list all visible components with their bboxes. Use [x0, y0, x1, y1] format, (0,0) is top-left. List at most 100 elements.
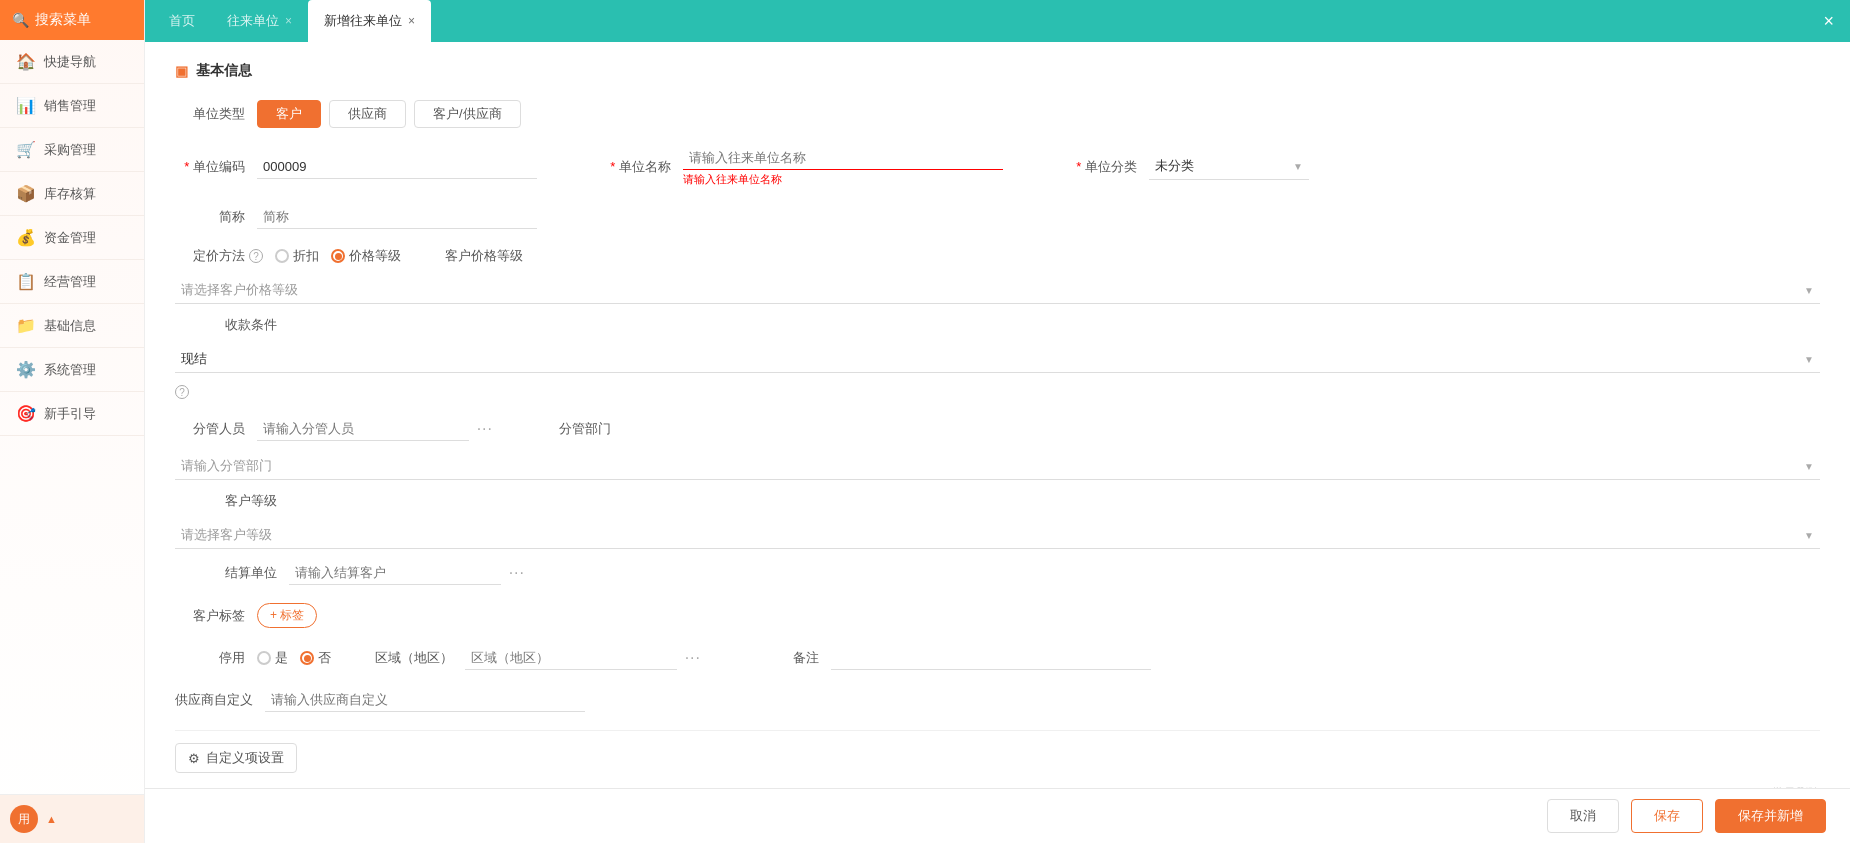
operations-icon: 📋 [16, 272, 36, 291]
unit-code-input[interactable] [257, 155, 537, 179]
sidebar-item-inventory[interactable]: 📦 库存核算 [0, 172, 144, 216]
sidebar-item-label: 采购管理 [44, 141, 96, 159]
pricing-label-group: 定价方法 ? [175, 247, 263, 265]
sidebar-footer: 用 ▲ [0, 794, 144, 843]
unit-category-select[interactable]: 未分类 ▼ [1149, 153, 1309, 180]
radio-price-level-circle [331, 249, 345, 263]
home-icon: 🏠 [16, 52, 36, 71]
custom-settings-button[interactable]: ⚙ 自定义项设置 [175, 743, 297, 773]
supplier-custom-field [265, 688, 585, 712]
region-field: ··· [465, 646, 705, 670]
disable-label: 停用 [175, 649, 245, 667]
sidebar-item-operations[interactable]: 📋 经营管理 [0, 260, 144, 304]
sidebar-item-label: 新手引导 [44, 405, 96, 423]
chevron-down-icon: ▼ [1804, 530, 1814, 541]
remark-field [831, 646, 1151, 670]
radio-no-label: 否 [318, 649, 331, 667]
section-icon: ▣ [175, 63, 188, 79]
unit-name-field: 请输入往来单位名称 [683, 146, 1003, 187]
region-more-icon[interactable]: ··· [681, 649, 705, 667]
tab-new-contact-close[interactable]: × [408, 14, 415, 28]
form-content: ▣ 基本信息 单位类型 客户 供应商 客户/供应商 单位编码 单位名称 请输入往… [145, 42, 1850, 788]
customer-price-placeholder: 请选择客户价格等级 [181, 281, 298, 299]
search-icon: 🔍 [12, 12, 29, 28]
unit-code-row: 单位编码 单位名称 请输入往来单位名称 单位分类 未分类 ▼ [175, 146, 1820, 187]
settlement-field: ··· [289, 561, 529, 585]
radio-discount[interactable]: 折扣 [275, 247, 319, 265]
help-payment-icon[interactable]: ? [175, 385, 189, 399]
tab-bar: 首页 往来单位 × 新增往来单位 × × [145, 0, 1850, 42]
basic-icon: 📁 [16, 316, 36, 335]
customer-price-label: 客户价格等级 [445, 247, 523, 265]
tab-new-contact[interactable]: 新增往来单位 × [308, 0, 431, 42]
add-tag-button[interactable]: + 标签 [257, 603, 317, 628]
customer-price-select[interactable]: 请选择客户价格等级 ▼ [175, 277, 1820, 304]
customer-level-select[interactable]: 请选择客户等级 ▼ [175, 522, 1820, 549]
abbr-row: 简称 [175, 205, 1820, 229]
inventory-icon: 📦 [16, 184, 36, 203]
tab-home[interactable]: 首页 [153, 0, 211, 42]
divider [175, 730, 1820, 731]
sidebar-item-quick-nav[interactable]: 🏠 快捷导航 [0, 40, 144, 84]
pricing-radio-group: 折扣 价格等级 [275, 247, 401, 265]
settlement-more-icon[interactable]: ··· [505, 564, 529, 582]
sidebar-item-purchase[interactable]: 🛒 采购管理 [0, 128, 144, 172]
customer-tag-label: 客户标签 [175, 607, 245, 625]
unit-name-label: 单位名称 [601, 158, 671, 176]
finance-icon: 💰 [16, 228, 36, 247]
payment-terms-select[interactable]: 现结 ▼ [175, 346, 1820, 373]
sidebar-item-basic[interactable]: 📁 基础信息 [0, 304, 144, 348]
section-title: 基本信息 [196, 62, 252, 80]
guide-icon: 🎯 [16, 404, 36, 423]
type-btn-customer[interactable]: 客户 [257, 100, 321, 128]
sidebar-item-label: 快捷导航 [44, 53, 96, 71]
sidebar-item-finance[interactable]: 💰 资金管理 [0, 216, 144, 260]
abbr-input[interactable] [257, 205, 537, 229]
tab-new-contact-label: 新增往来单位 [324, 12, 402, 30]
radio-no[interactable]: 否 [300, 649, 331, 667]
manager-more-icon[interactable]: ··· [473, 420, 497, 438]
cancel-button[interactable]: 取消 [1547, 799, 1619, 833]
main-area: 首页 往来单位 × 新增往来单位 × × ▣ 基本信息 单位类型 客户 供应商 … [145, 0, 1850, 843]
region-input[interactable] [465, 646, 677, 670]
remark-input[interactable] [831, 646, 1151, 670]
sidebar-item-system[interactable]: ⚙️ 系统管理 [0, 348, 144, 392]
unit-name-input[interactable] [683, 146, 1003, 170]
abbr-field [257, 205, 537, 229]
radio-no-circle [300, 651, 314, 665]
radio-yes[interactable]: 是 [257, 649, 288, 667]
sidebar-search-label: 搜索菜单 [35, 11, 91, 29]
save-button[interactable]: 保存 [1631, 799, 1703, 833]
dept-select[interactable]: 请输入分管部门 ▼ [175, 453, 1820, 480]
settlement-input[interactable] [289, 561, 501, 585]
tab-contacts-close[interactable]: × [285, 14, 292, 28]
type-btn-supplier[interactable]: 供应商 [329, 100, 406, 128]
save-new-button[interactable]: 保存并新增 [1715, 799, 1826, 833]
sidebar-item-guide[interactable]: 🎯 新手引导 [0, 392, 144, 436]
dept-placeholder: 请输入分管部门 [181, 457, 272, 475]
tab-contacts[interactable]: 往来单位 × [211, 0, 308, 42]
customer-tag-row: 客户标签 + 标签 [175, 603, 1820, 628]
add-tag-label: + 标签 [270, 607, 304, 624]
chevron-down-icon: ▼ [1804, 461, 1814, 472]
sidebar: 🔍 搜索菜单 🏠 快捷导航 📊 销售管理 🛒 采购管理 📦 库存核算 💰 资金管… [0, 0, 145, 843]
unit-name-error: 请输入往来单位名称 [683, 172, 1003, 187]
sidebar-item-sales[interactable]: 📊 销售管理 [0, 84, 144, 128]
custom-settings-label: 自定义项设置 [206, 749, 284, 767]
unit-category-value: 未分类 [1155, 157, 1194, 175]
chevron-down-icon: ▼ [1804, 354, 1814, 365]
close-all-tabs[interactable]: × [1815, 11, 1842, 32]
supplier-custom-input[interactable] [265, 688, 585, 712]
radio-price-level[interactable]: 价格等级 [331, 247, 401, 265]
manager-label: 分管人员 [175, 420, 245, 438]
unit-code-field [257, 155, 537, 179]
help-icon[interactable]: ? [249, 249, 263, 263]
manager-input[interactable] [257, 417, 469, 441]
sidebar-item-label: 基础信息 [44, 317, 96, 335]
tab-home-label: 首页 [169, 12, 195, 30]
manager-field: ··· [257, 417, 497, 441]
sidebar-search[interactable]: 🔍 搜索菜单 [0, 0, 144, 40]
chevron-down-icon: ▼ [1804, 285, 1814, 296]
sidebar-item-label: 库存核算 [44, 185, 96, 203]
type-btn-both[interactable]: 客户/供应商 [414, 100, 521, 128]
